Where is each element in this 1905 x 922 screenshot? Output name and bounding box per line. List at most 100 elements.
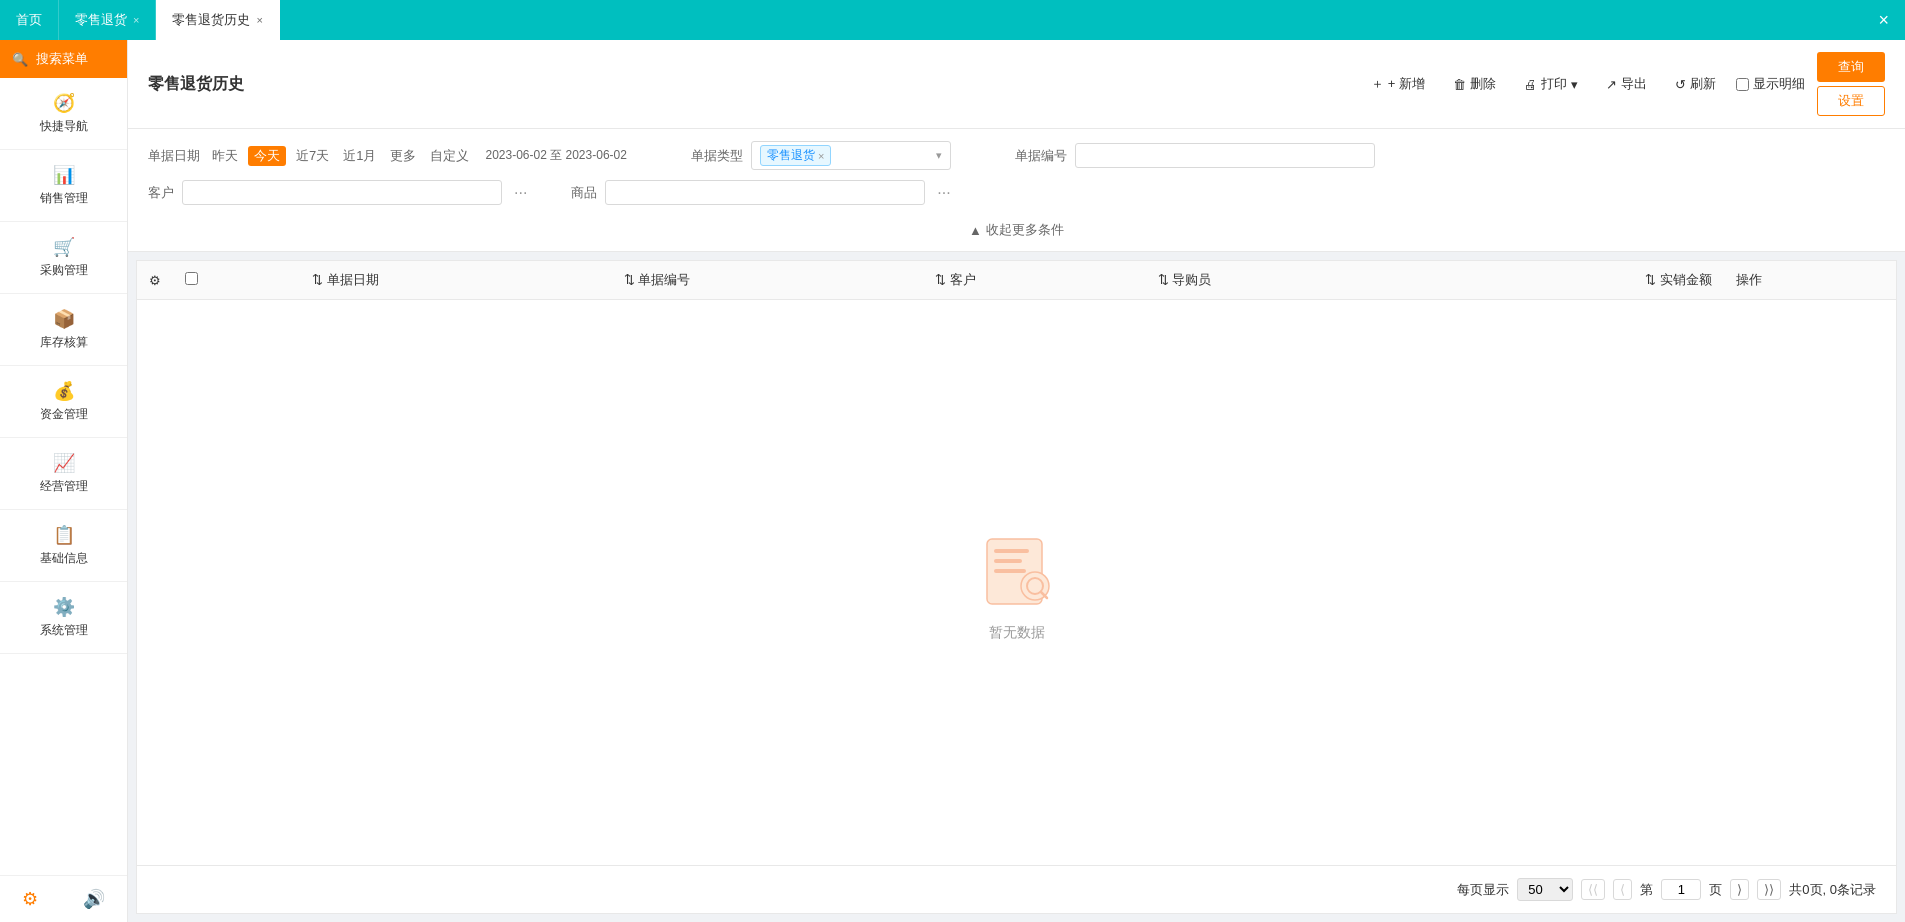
refresh-button[interactable]: ↺ 刷新 [1667,71,1724,97]
tab-retail-return-history-close[interactable]: × [256,14,262,26]
quick-nav-icon: 🧭 [53,92,75,114]
tab-retail-return[interactable]: 零售退货 × [59,0,156,40]
date-shortcuts: 昨天 今天 近7天 近1月 更多 自定义 [208,146,473,166]
total-info: 共0页, 0条记录 [1789,881,1876,899]
doc-type-tag-remove[interactable]: × [818,150,824,162]
tab-retail-return-history[interactable]: 零售退货历史 × [156,0,279,40]
main-layout: 🔍 搜索菜单 🧭 快捷导航 📊 销售管理 🛒 采购管理 📦 库存核算 💰 资金管… [0,40,1905,922]
filter-row-2: 客户 ··· 商品 ··· [148,180,1885,205]
svg-rect-3 [994,569,1026,573]
sidebar: 🔍 搜索菜单 🧭 快捷导航 📊 销售管理 🛒 采购管理 📦 库存核算 💰 资金管… [0,40,128,922]
table-header-customer[interactable]: ⇅ 客户 [923,261,1145,300]
doc-no-input[interactable] [1075,143,1375,168]
set-button[interactable]: 设置 [1817,86,1885,116]
shortcut-yesterday[interactable]: 昨天 [208,146,242,166]
filter-date: 单据日期 昨天 今天 近7天 近1月 更多 自定义 2023-06-02 至 2… [148,146,627,166]
amount-col-icon: ⇅ [1645,272,1660,287]
svg-rect-1 [994,549,1029,553]
sidebar-item-system-label: 系统管理 [40,622,88,639]
empty-state: 暂无数据 [137,300,1896,865]
sidebar-bottom: ⚙ 🔊 [0,875,127,922]
system-mgmt-icon: ⚙️ [53,596,75,618]
shortcut-custom[interactable]: 自定义 [426,146,473,166]
doc-type-select-arrow: ▾ [936,149,942,162]
shortcut-today[interactable]: 今天 [248,146,286,166]
topbar: 首页 零售退货 × 零售退货历史 × × [0,0,1905,40]
settings-icon[interactable]: ⚙ [22,888,38,910]
goods-input[interactable] [605,180,925,205]
sidebar-item-quick-nav[interactable]: 🧭 快捷导航 [0,78,127,150]
tab-retail-return-label: 零售退货 [75,11,127,29]
shortcut-more[interactable]: 更多 [386,146,420,166]
sidebar-item-operations-label: 经营管理 [40,478,88,495]
content-area: 零售退货历史 ＋ + 新增 🗑 删除 🖨 打印 ▾ ↗ 导出 [128,40,1905,922]
shortcut-last7[interactable]: 近7天 [292,146,333,166]
select-all-checkbox[interactable] [185,272,198,285]
prev-page-button[interactable]: ⟨ [1613,879,1632,900]
customer-col-icon: ⇅ [935,272,950,287]
table-header-guide[interactable]: ⇅ 导购员 [1146,261,1413,300]
table-header-doc-date[interactable]: ⇅ 单据日期 [300,261,612,300]
sidebar-item-system-mgmt[interactable]: ⚙️ 系统管理 [0,582,127,654]
sidebar-item-inventory[interactable]: 📦 库存核算 [0,294,127,366]
shortcut-last1m[interactable]: 近1月 [339,146,380,166]
export-button[interactable]: ↗ 导出 [1598,71,1655,97]
page-header: 零售退货历史 ＋ + 新增 🗑 删除 🖨 打印 ▾ ↗ 导出 [128,40,1905,129]
sidebar-search-label: 搜索菜单 [36,50,88,68]
guide-col-icon: ⇅ [1158,272,1173,287]
collapse-button[interactable]: ▲ 收起更多条件 [969,221,1064,239]
refresh-icon: ↺ [1675,77,1686,92]
collapse-row: ▲ 收起更多条件 [148,215,1885,239]
next-page-button[interactable]: ⟩ [1730,879,1749,900]
show-detail-label: 显示明细 [1753,75,1805,93]
doc-type-tag: 零售退货 × [760,145,831,166]
print-button[interactable]: 🖨 打印 ▾ [1516,71,1586,97]
customer-search-icon[interactable]: ··· [514,184,527,202]
sidebar-item-inventory-label: 库存核算 [40,334,88,351]
doc-type-label: 单据类型 [691,147,743,165]
empty-illustration [967,524,1067,624]
customer-input[interactable] [182,180,502,205]
delete-button[interactable]: 🗑 删除 [1445,71,1504,97]
show-detail-checkbox[interactable] [1736,78,1749,91]
window-close-button[interactable]: × [1862,10,1905,31]
data-table: ⚙ ⇅ 单据日期 ⇅ 单据编号 [137,261,1896,300]
table-settings-icon[interactable]: ⚙ [149,273,161,288]
sidebar-search[interactable]: 🔍 搜索菜单 [0,40,127,78]
table-header-row: ⚙ ⇅ 单据日期 ⇅ 单据编号 [137,261,1896,300]
goods-search-icon[interactable]: ··· [937,184,950,202]
topbar-tabs: 首页 零售退货 × 零售退货历史 × [0,0,1862,40]
page-number-input[interactable] [1661,879,1701,900]
show-detail-checkbox-label[interactable]: 显示明细 [1736,75,1805,93]
header-actions: ＋ + 新增 🗑 删除 🖨 打印 ▾ ↗ 导出 ↺ [1363,52,1885,116]
per-page-select[interactable]: 10 20 50 100 [1517,878,1573,901]
finance-icon: 💰 [53,380,75,402]
table-header-settings: ⚙ [137,261,173,300]
table-header-actual-amount[interactable]: ⇅ 实销金额 [1412,261,1724,300]
per-page-label: 每页显示 [1457,881,1509,899]
search-icon: 🔍 [12,52,28,67]
svg-rect-2 [994,559,1022,563]
date-filter-label: 单据日期 [148,147,200,165]
table-header-doc-no[interactable]: ⇅ 单据编号 [612,261,924,300]
doc-type-select[interactable]: 零售退货 × ▾ [751,141,951,170]
filter-customer: 客户 ··· [148,180,527,205]
sidebar-item-finance[interactable]: 💰 资金管理 [0,366,127,438]
tab-home[interactable]: 首页 [0,0,59,40]
sidebar-item-sales-mgmt[interactable]: 📊 销售管理 [0,150,127,222]
query-button[interactable]: 查询 [1817,52,1885,82]
new-icon: ＋ [1371,75,1384,93]
sound-icon[interactable]: 🔊 [83,888,105,910]
first-page-button[interactable]: ⟨⟨ [1581,879,1605,900]
filter-doc-type: 单据类型 零售退货 × ▾ [691,141,951,170]
tab-retail-return-close[interactable]: × [133,14,139,26]
doc-type-tag-label: 零售退货 [767,147,815,164]
goods-label: 商品 [571,184,597,202]
filter-goods: 商品 ··· [571,180,950,205]
sidebar-item-purchase-mgmt[interactable]: 🛒 采购管理 [0,222,127,294]
table-container: ⚙ ⇅ 单据日期 ⇅ 单据编号 [136,260,1897,914]
last-page-button[interactable]: ⟩⟩ [1757,879,1781,900]
sidebar-item-base-info[interactable]: 📋 基础信息 [0,510,127,582]
new-button[interactable]: ＋ + 新增 [1363,71,1433,97]
sidebar-item-operations[interactable]: 📈 经营管理 [0,438,127,510]
